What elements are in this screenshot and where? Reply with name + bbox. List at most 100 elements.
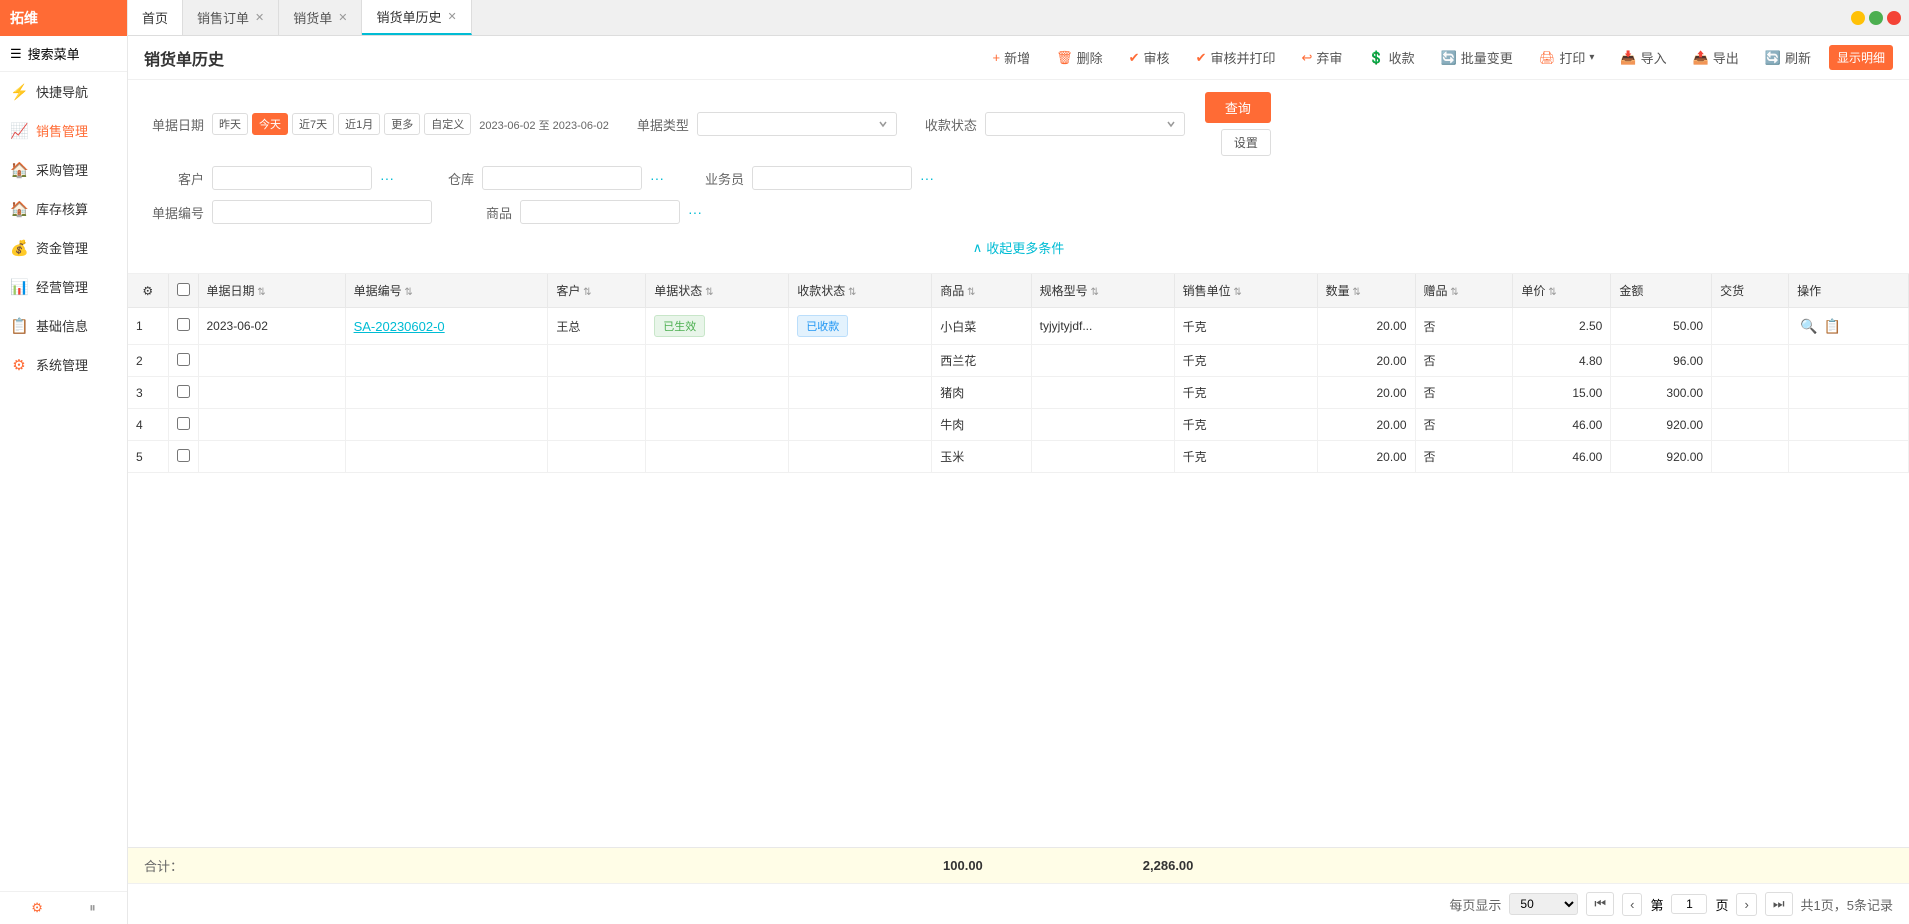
refresh-button[interactable]: 🔄 刷新 <box>1757 44 1819 71</box>
salesperson-ellipsis[interactable]: ··· <box>920 170 934 186</box>
abandon-button[interactable]: ↩ 弃审 <box>1293 44 1350 71</box>
sidebar-item-sales[interactable]: 📈 销售管理 <box>0 111 127 150</box>
col-quantity[interactable]: 数量 <box>1317 274 1415 308</box>
goods-ellipsis[interactable]: ··· <box>688 204 702 220</box>
export-button[interactable]: 📤 导出 <box>1685 44 1747 71</box>
salesperson-input[interactable] <box>752 166 912 190</box>
col-collect-status[interactable]: 收款状态 <box>789 274 932 308</box>
row-select-checkbox[interactable] <box>177 385 190 398</box>
col-goods[interactable]: 商品 <box>932 274 1031 308</box>
col-settings[interactable]: ⚙ <box>128 274 168 308</box>
sidebar-collapse-icon[interactable]: ⏸ <box>89 900 96 916</box>
row-checkbox[interactable] <box>168 441 198 473</box>
copy-op-icon[interactable]: 📋 <box>1824 318 1841 334</box>
col-gift[interactable]: 赠品 <box>1415 274 1513 308</box>
import-button[interactable]: 📥 导入 <box>1612 44 1674 71</box>
date-btn-7days[interactable]: 近7天 <box>292 113 334 135</box>
date-btn-yesterday[interactable]: 昨天 <box>212 113 248 135</box>
row-select-checkbox[interactable] <box>177 318 190 331</box>
customer-input[interactable] <box>212 166 372 190</box>
per-page-select[interactable]: 50 100 200 <box>1509 893 1578 915</box>
new-button[interactable]: + 新增 <box>985 44 1039 71</box>
row-checkbox[interactable] <box>168 345 198 377</box>
current-page-input[interactable] <box>1671 894 1707 914</box>
collect-label: 收款 <box>1389 48 1415 67</box>
col-doc-status[interactable]: 单据状态 <box>646 274 789 308</box>
doc-no-link[interactable]: SA-20230602-0 <box>354 319 445 334</box>
row-ops[interactable]: 🔍📋 <box>1789 308 1909 345</box>
query-button[interactable]: 查询 <box>1205 92 1271 123</box>
prev-page-button[interactable]: ‹ <box>1622 893 1642 916</box>
date-btn-custom[interactable]: 自定义 <box>424 113 471 135</box>
collect-button[interactable]: 💲 收款 <box>1360 44 1422 71</box>
next-page-button[interactable]: › <box>1736 893 1756 916</box>
batch-change-button[interactable]: 🔄 批量变更 <box>1433 44 1521 71</box>
warehouse-input[interactable] <box>482 166 642 190</box>
minimize-button[interactable] <box>1851 11 1865 25</box>
docno-input[interactable] <box>212 200 432 224</box>
audit-button[interactable]: ✔ 审核 <box>1121 44 1178 71</box>
row-checkbox[interactable] <box>168 308 198 345</box>
col-unit-price[interactable]: 单价 <box>1513 274 1611 308</box>
col-date[interactable]: 单据日期 <box>198 274 345 308</box>
print-button[interactable]: 🖨 打印 <box>1531 44 1603 71</box>
show-detail-button[interactable]: 显示明细 <box>1829 45 1893 70</box>
last-page-button[interactable]: ⏭ <box>1765 892 1793 916</box>
col-spec[interactable]: 规格型号 <box>1031 274 1174 308</box>
sidebar-search[interactable]: ☰ 搜索菜单 <box>0 36 127 72</box>
customer-ellipsis[interactable]: ··· <box>380 170 394 186</box>
goods-input[interactable] <box>520 200 680 224</box>
tab-sales-history[interactable]: 销货单历史 ✕ <box>362 0 471 35</box>
sidebar-item-finance[interactable]: 💰 资金管理 <box>0 228 127 267</box>
row-date: 2023-06-02 <box>198 308 345 345</box>
set-button[interactable]: 设置 <box>1221 129 1271 156</box>
select-all-checkbox[interactable] <box>177 283 190 296</box>
delete-button[interactable]: 🗑 删除 <box>1048 44 1111 71</box>
tab-sales-order[interactable]: 销售订单 ✕ <box>183 0 279 35</box>
page-total-info: 共1页，5条记录 <box>1801 895 1893 914</box>
sidebar-item-purchase[interactable]: 🏠 采购管理 <box>0 150 127 189</box>
tab-sales-delivery-close[interactable]: ✕ <box>338 11 347 24</box>
sidebar-item-system[interactable]: ⚙ 系统管理 <box>0 345 127 384</box>
first-page-button[interactable]: ⏮ <box>1586 892 1614 916</box>
maximize-button[interactable] <box>1869 11 1883 25</box>
sidebar-item-quick-nav[interactable]: ⚡ 快捷导航 <box>0 72 127 111</box>
row-checkbox[interactable] <box>168 409 198 441</box>
finance-icon: 💰 <box>10 239 28 257</box>
warehouse-ellipsis[interactable]: ··· <box>650 170 664 186</box>
col-customer[interactable]: 客户 <box>548 274 646 308</box>
table-row: 5玉米千克20.00否46.00920.00 <box>128 441 1909 473</box>
close-button[interactable] <box>1887 11 1901 25</box>
col-checkbox <box>168 274 198 308</box>
tab-home[interactable]: 首页 <box>128 0 183 35</box>
sidebar-search-label: 搜索菜单 <box>28 44 80 63</box>
collect-status-select[interactable] <box>985 112 1185 136</box>
audit-print-button[interactable]: ✔ 审核并打印 <box>1188 44 1284 71</box>
date-btn-more[interactable]: 更多 <box>384 113 420 135</box>
sidebar-item-inventory[interactable]: 🏠 库存核算 <box>0 189 127 228</box>
footer-total-amount: 2,286.00 <box>1143 858 1194 873</box>
row-checkbox[interactable] <box>168 377 198 409</box>
col-unit[interactable]: 销售单位 <box>1174 274 1317 308</box>
sidebar-settings-icon[interactable]: ⚙ <box>31 900 43 916</box>
row-select-checkbox[interactable] <box>177 449 190 462</box>
col-docno[interactable]: 单据编号 <box>345 274 548 308</box>
tab-sales-order-close[interactable]: ✕ <box>255 11 264 24</box>
tab-sales-history-close[interactable]: ✕ <box>448 10 457 23</box>
row-docno[interactable]: SA-20230602-0 <box>345 308 548 345</box>
row-ops <box>1789 345 1909 377</box>
sidebar-item-operation[interactable]: 📊 经营管理 <box>0 267 127 306</box>
date-btn-1month[interactable]: 近1月 <box>338 113 380 135</box>
sidebar-item-basic[interactable]: 📋 基础信息 <box>0 306 127 345</box>
row-select-checkbox[interactable] <box>177 353 190 366</box>
tab-sales-delivery[interactable]: 销货单 ✕ <box>279 0 362 35</box>
table-row: 2西兰花千克20.00否4.8096.00 <box>128 345 1909 377</box>
view-op-icon[interactable]: 🔍 <box>1800 318 1817 334</box>
row-select-checkbox[interactable] <box>177 417 190 430</box>
filter-group-customer: 客户 ··· <box>144 166 394 190</box>
filter-collapse-btn[interactable]: ∧ 收起更多条件 <box>144 234 1893 261</box>
table-footer: 合计： 100.00 2,286.00 <box>128 847 1909 883</box>
doc-type-select[interactable] <box>697 112 897 136</box>
date-btn-today[interactable]: 今天 <box>252 113 288 135</box>
row-unit: 千克 <box>1174 345 1317 377</box>
